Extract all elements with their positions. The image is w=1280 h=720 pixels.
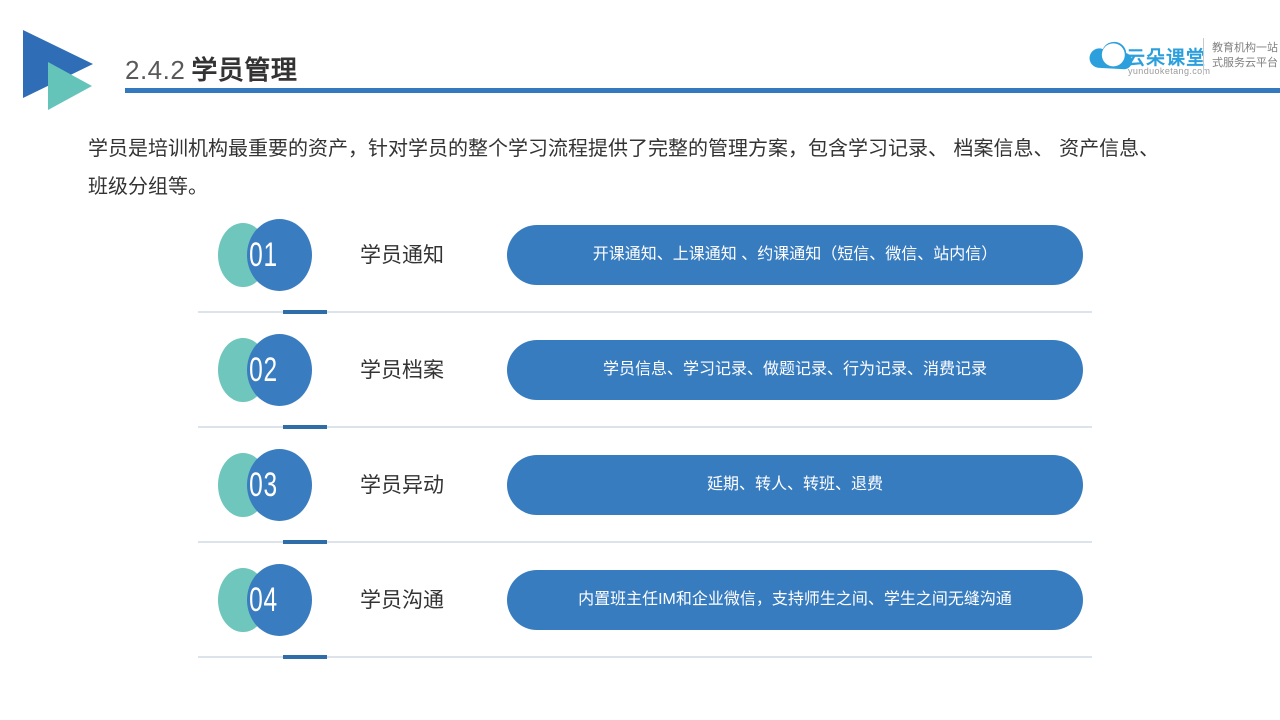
title-underline <box>125 88 1280 93</box>
brand-tagline-line2: 式服务云平台 <box>1212 56 1278 71</box>
feature-description-pill: 开课通知、上课通知 、约课通知（短信、微信、站内信） <box>507 225 1083 285</box>
page-title: 2.4.2学员管理 <box>125 50 297 87</box>
feature-label: 学员沟通 <box>360 543 444 658</box>
intro-paragraph: 学员是培训机构最重要的资产，针对学员的整个学习流程提供了完整的管理方案，包含学习… <box>88 130 1218 206</box>
feature-label: 学员通知 <box>360 198 444 313</box>
feature-number: 04 <box>240 564 287 636</box>
brand-logo: 云朵课堂 yunduoketang.com 教育机构一站 式服务云平台 <box>1086 30 1280 82</box>
row-divider <box>198 656 1092 658</box>
feature-number: 02 <box>240 334 287 406</box>
feature-description-pill: 延期、转人、转班、退费 <box>507 455 1083 515</box>
feature-number: 01 <box>240 219 287 291</box>
brand-tagline-line1: 教育机构一站 <box>1212 41 1278 56</box>
feature-label: 学员异动 <box>360 428 444 543</box>
feature-list: 01 学员通知 开课通知、上课通知 、约课通知（短信、微信、站内信） 02 学员… <box>198 198 1092 658</box>
section-number: 2.4.2 <box>125 55 185 85</box>
feature-label: 学员档案 <box>360 313 444 428</box>
triangles-logo-icon <box>14 22 104 118</box>
feature-row-notify: 01 学员通知 开课通知、上课通知 、约课通知（短信、微信、站内信） <box>198 198 1092 313</box>
feature-description-pill: 学员信息、学习记录、做题记录、行为记录、消费记录 <box>507 340 1083 400</box>
feature-description-pill: 内置班主任IM和企业微信，支持师生之间、学生之间无缝沟通 <box>507 570 1083 630</box>
brand-tagline: 教育机构一站 式服务云平台 <box>1212 41 1278 71</box>
row-divider-accent <box>283 655 327 659</box>
brand-divider <box>1203 38 1204 75</box>
feature-row-change: 03 学员异动 延期、转人、转班、退费 <box>198 428 1092 543</box>
feature-number: 03 <box>240 449 287 521</box>
slide: 2.4.2学员管理 云朵课堂 yunduoketang.com 教育机构一站 式… <box>0 0 1280 720</box>
feature-row-archive: 02 学员档案 学员信息、学习记录、做题记录、行为记录、消费记录 <box>198 313 1092 428</box>
brand-domain: yunduoketang.com <box>1128 66 1210 76</box>
feature-row-communicate: 04 学员沟通 内置班主任IM和企业微信，支持师生之间、学生之间无缝沟通 <box>198 543 1092 658</box>
intro-line-1: 学员是培训机构最重要的资产，针对学员的整个学习流程提供了完整的管理方案，包含学习… <box>88 130 1218 168</box>
section-title: 学员管理 <box>191 55 297 85</box>
